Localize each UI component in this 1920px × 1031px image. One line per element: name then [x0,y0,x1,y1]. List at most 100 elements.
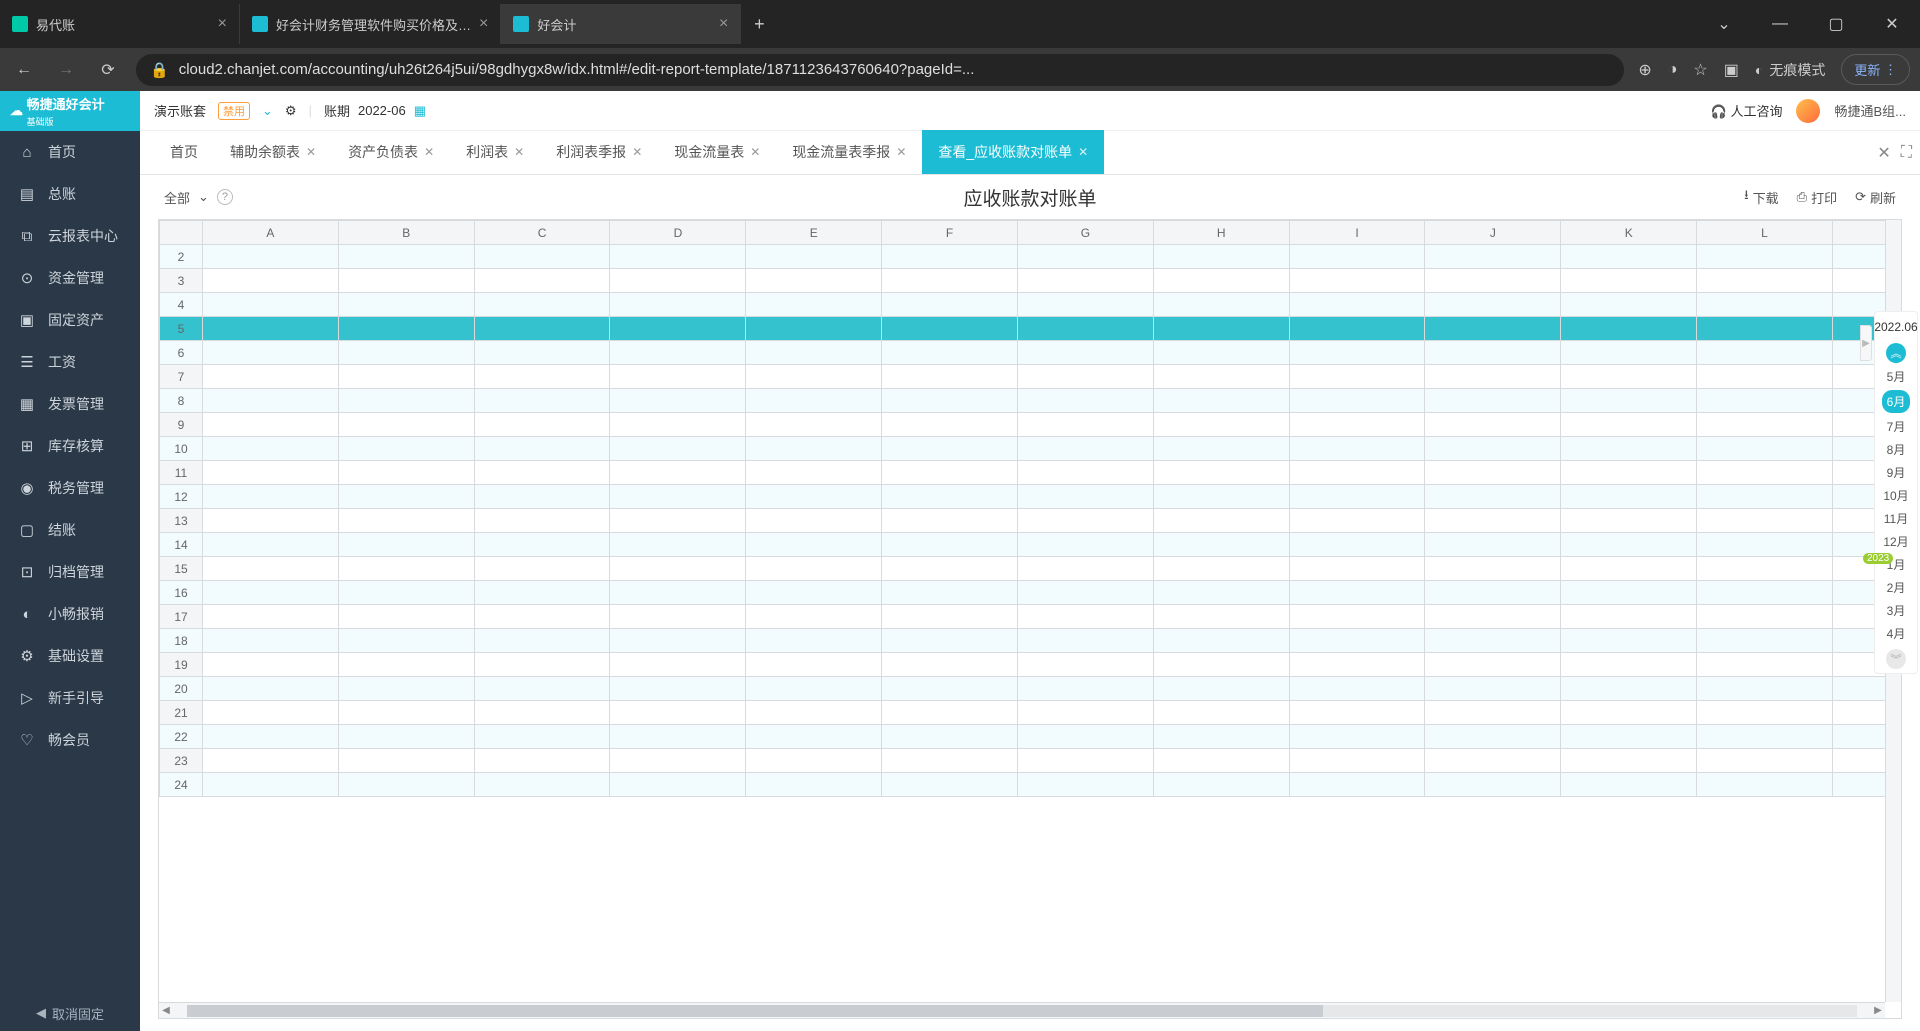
row-header[interactable]: 14 [160,533,203,557]
cell[interactable] [1561,317,1697,341]
cell[interactable] [610,269,746,293]
cell[interactable] [882,485,1018,509]
cell[interactable] [474,677,610,701]
cell[interactable] [1697,677,1833,701]
cell[interactable] [1289,629,1425,653]
cell[interactable] [1289,581,1425,605]
cell[interactable] [203,581,339,605]
cell[interactable] [203,293,339,317]
cell[interactable] [1697,533,1833,557]
sidebar-item-工资[interactable]: ☰工资 [0,341,140,383]
cell[interactable] [1425,557,1561,581]
cell[interactable] [203,245,339,269]
close-icon[interactable]: ✕ [896,145,906,159]
cell[interactable] [338,245,474,269]
cell[interactable] [1561,365,1697,389]
table-row[interactable]: 17 [160,605,1901,629]
cell[interactable] [1017,245,1153,269]
cell[interactable] [1697,461,1833,485]
cell[interactable] [1425,341,1561,365]
table-row[interactable]: 12 [160,485,1901,509]
cell[interactable] [1697,581,1833,605]
cell[interactable] [1697,365,1833,389]
cell[interactable] [474,533,610,557]
sidebar-item-发票管理[interactable]: ▦发票管理 [0,383,140,425]
row-header[interactable]: 12 [160,485,203,509]
cell[interactable] [882,245,1018,269]
table-row[interactable]: 4 [160,293,1901,317]
month-item[interactable]: 6月 [1882,390,1910,413]
cell[interactable] [610,389,746,413]
cell[interactable] [1561,629,1697,653]
cell[interactable] [1017,701,1153,725]
table-row[interactable]: 2 [160,245,1901,269]
browser-tab[interactable]: 易代账 × [0,4,240,44]
cell[interactable] [1017,629,1153,653]
cell[interactable] [1561,485,1697,509]
cell[interactable] [610,749,746,773]
cell[interactable] [1289,245,1425,269]
cell[interactable] [610,461,746,485]
cell[interactable] [1697,701,1833,725]
cell[interactable] [746,773,882,797]
cell[interactable] [1017,389,1153,413]
sidebar-item-基础设置[interactable]: ⚙基础设置 [0,635,140,677]
cell[interactable] [1289,269,1425,293]
cell[interactable] [474,629,610,653]
cell[interactable] [746,701,882,725]
new-tab-button[interactable]: + [741,14,777,35]
scroll-down-button[interactable]: ︾ [1886,649,1906,669]
cell[interactable] [746,461,882,485]
cell[interactable] [1017,605,1153,629]
close-icon[interactable]: ✕ [1078,145,1088,159]
cell[interactable] [203,341,339,365]
row-header[interactable]: 11 [160,461,203,485]
cell[interactable] [338,413,474,437]
cell[interactable] [746,437,882,461]
cell[interactable] [1425,317,1561,341]
cell[interactable] [474,413,610,437]
cell[interactable] [1561,461,1697,485]
print-button[interactable]: ⎙打印 [1797,186,1837,208]
table-row[interactable]: 24 [160,773,1901,797]
cell[interactable] [1017,317,1153,341]
cell[interactable] [1289,341,1425,365]
cell[interactable] [1561,533,1697,557]
cell[interactable] [474,269,610,293]
cell[interactable] [1153,437,1289,461]
cell[interactable] [1153,653,1289,677]
row-header[interactable]: 20 [160,677,203,701]
row-header[interactable]: 9 [160,413,203,437]
chevron-down-icon[interactable]: ⌄ [262,103,273,119]
cell[interactable] [1425,533,1561,557]
cell[interactable] [1425,677,1561,701]
sidebar-item-总账[interactable]: ▤总账 [0,173,140,215]
cell[interactable] [1425,365,1561,389]
month-item[interactable]: 5月 [1875,365,1917,388]
cell[interactable] [338,317,474,341]
cell[interactable] [474,293,610,317]
cell[interactable] [610,629,746,653]
sidebar-item-结账[interactable]: ▢结账 [0,509,140,551]
table-row[interactable]: 9 [160,413,1901,437]
sidebar-item-畅会员[interactable]: ♡畅会员 [0,719,140,761]
cell[interactable] [1289,365,1425,389]
minimize-button[interactable]: — [1752,0,1808,48]
cell[interactable] [1017,485,1153,509]
cell[interactable] [203,605,339,629]
scroll-up-button[interactable]: ︽ [1886,343,1906,363]
cell[interactable] [1697,293,1833,317]
cell[interactable] [1425,581,1561,605]
extension-icon[interactable]: ◑ [1668,61,1678,79]
column-header[interactable]: L [1697,221,1833,245]
row-header[interactable]: 22 [160,725,203,749]
cell[interactable] [203,773,339,797]
cell[interactable] [338,437,474,461]
cell[interactable] [610,509,746,533]
month-item[interactable]: 7月 [1875,415,1917,438]
cell[interactable] [203,317,339,341]
cell[interactable] [746,485,882,509]
cell[interactable] [474,485,610,509]
table-row[interactable]: 11 [160,461,1901,485]
scroll-right-icon[interactable]: ▶ [1871,1005,1885,1016]
